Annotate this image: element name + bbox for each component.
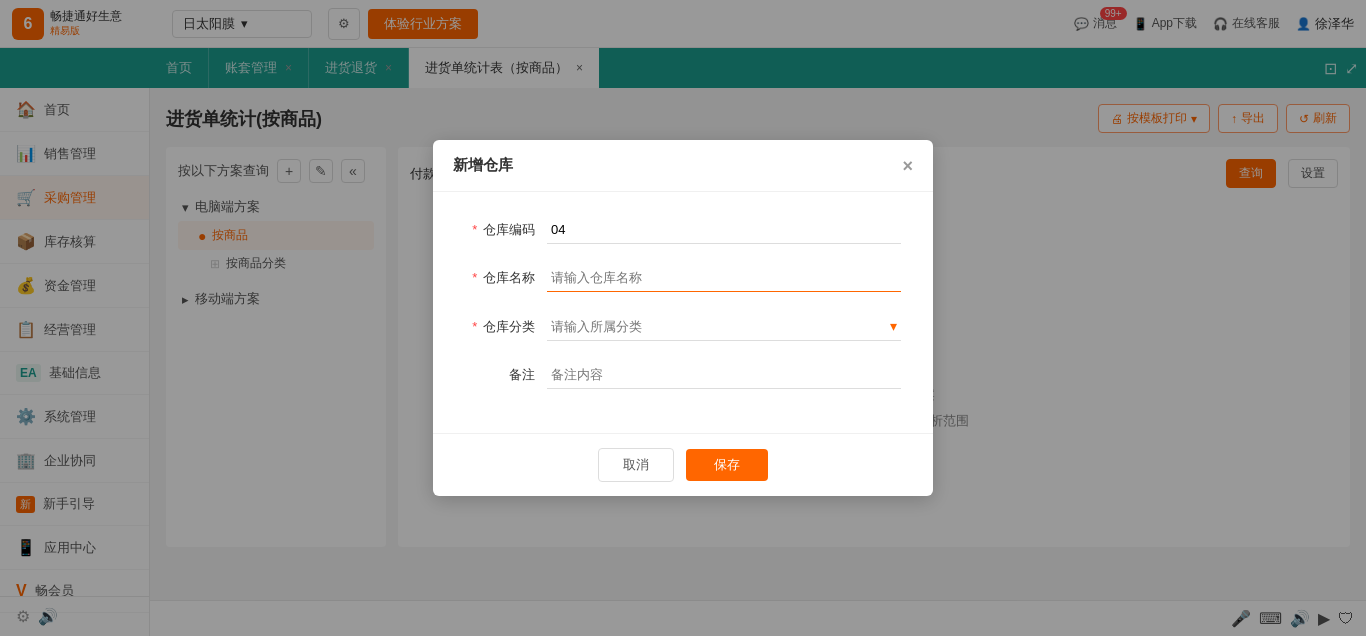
modal-title: 新增仓库 <box>453 156 513 175</box>
modal-overlay[interactable]: 新增仓库 × * 仓库编码 * 仓库名称 <box>0 0 1366 636</box>
form-row-remark: 备注 <box>465 361 901 389</box>
modal-close-button[interactable]: × <box>902 157 913 175</box>
modal-header: 新增仓库 × <box>433 140 933 192</box>
save-button[interactable]: 保存 <box>686 449 768 481</box>
remark-input[interactable] <box>547 361 901 389</box>
remark-label: 备注 <box>465 366 535 384</box>
form-row-code: * 仓库编码 <box>465 216 901 244</box>
code-label: * 仓库编码 <box>465 221 535 239</box>
form-row-category: * 仓库分类 ▾ <box>465 312 901 341</box>
category-label: * 仓库分类 <box>465 318 535 336</box>
form-row-name: * 仓库名称 <box>465 264 901 292</box>
category-select-wrap[interactable]: ▾ <box>547 312 901 341</box>
modal-body: * 仓库编码 * 仓库名称 * 仓库分类 <box>433 192 933 433</box>
category-dropdown-icon: ▾ <box>890 318 897 334</box>
name-label: * 仓库名称 <box>465 269 535 287</box>
cancel-button[interactable]: 取消 <box>598 448 674 482</box>
code-input[interactable] <box>547 216 901 244</box>
name-input[interactable] <box>547 264 901 292</box>
new-warehouse-modal: 新增仓库 × * 仓库编码 * 仓库名称 <box>433 140 933 496</box>
required-star-name: * <box>472 270 477 285</box>
modal-footer: 取消 保存 <box>433 433 933 496</box>
required-star-code: * <box>472 222 477 237</box>
category-input[interactable] <box>551 319 890 334</box>
required-star-category: * <box>472 319 477 334</box>
